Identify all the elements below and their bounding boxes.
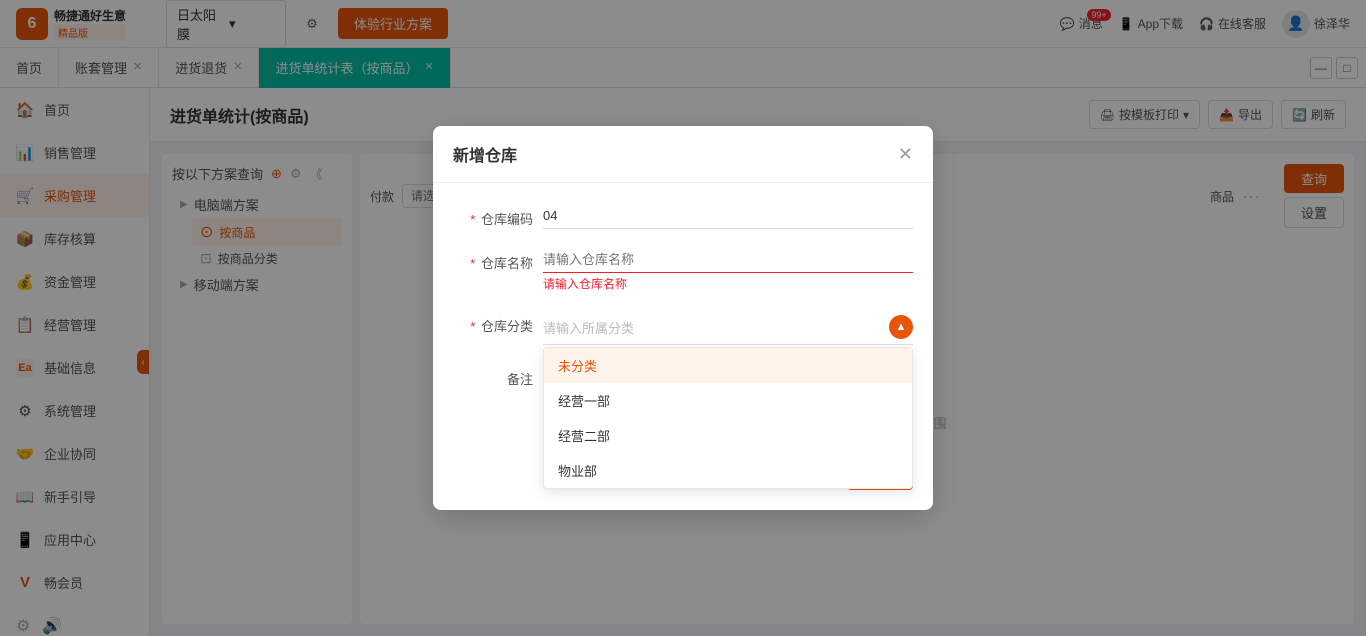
notes-label: 备注 xyxy=(453,363,543,388)
name-label: * 仓库名称 xyxy=(453,247,543,272)
code-label: * 仓库编码 xyxy=(453,203,543,228)
name-control: 请输入仓库名称 xyxy=(543,247,913,292)
dropdown-item-2[interactable]: 经营二部 xyxy=(544,418,912,453)
dropdown-item-0[interactable]: 未分类 xyxy=(544,348,912,383)
name-input[interactable] xyxy=(543,247,913,273)
modal-overlay: 新增仓库 ✕ * 仓库编码 * 仓库名称 xyxy=(0,0,1366,636)
category-control: 请输入所属分类 ▲ xyxy=(543,310,913,345)
form-row-code: * 仓库编码 xyxy=(453,203,913,229)
dropdown-item-1[interactable]: 经营一部 xyxy=(544,383,912,418)
category-dropdown-list: 未分类 经营一部 经营二部 物业部 xyxy=(543,347,913,489)
name-error-msg: 请输入仓库名称 xyxy=(543,275,913,292)
form-row-name: * 仓库名称 请输入仓库名称 xyxy=(453,247,913,292)
category-label: * 仓库分类 xyxy=(453,310,543,335)
category-selector[interactable]: 请输入所属分类 ▲ xyxy=(543,310,913,345)
code-input[interactable] xyxy=(543,203,913,229)
modal-title: 新增仓库 xyxy=(453,142,517,166)
new-warehouse-modal: 新增仓库 ✕ * 仓库编码 * 仓库名称 xyxy=(433,126,933,510)
dropdown-item-3[interactable]: 物业部 xyxy=(544,453,912,488)
form-row-category: * 仓库分类 请输入所属分类 ▲ 未分类 经营一部 经营二部 物业部 xyxy=(453,310,913,345)
modal-close-button[interactable]: ✕ xyxy=(898,145,913,163)
modal-body: * 仓库编码 * 仓库名称 请输入仓库名称 xyxy=(433,183,933,445)
category-dropdown-arrow[interactable]: ▲ xyxy=(889,315,913,339)
modal-header: 新增仓库 ✕ xyxy=(433,126,933,183)
code-control xyxy=(543,203,913,229)
